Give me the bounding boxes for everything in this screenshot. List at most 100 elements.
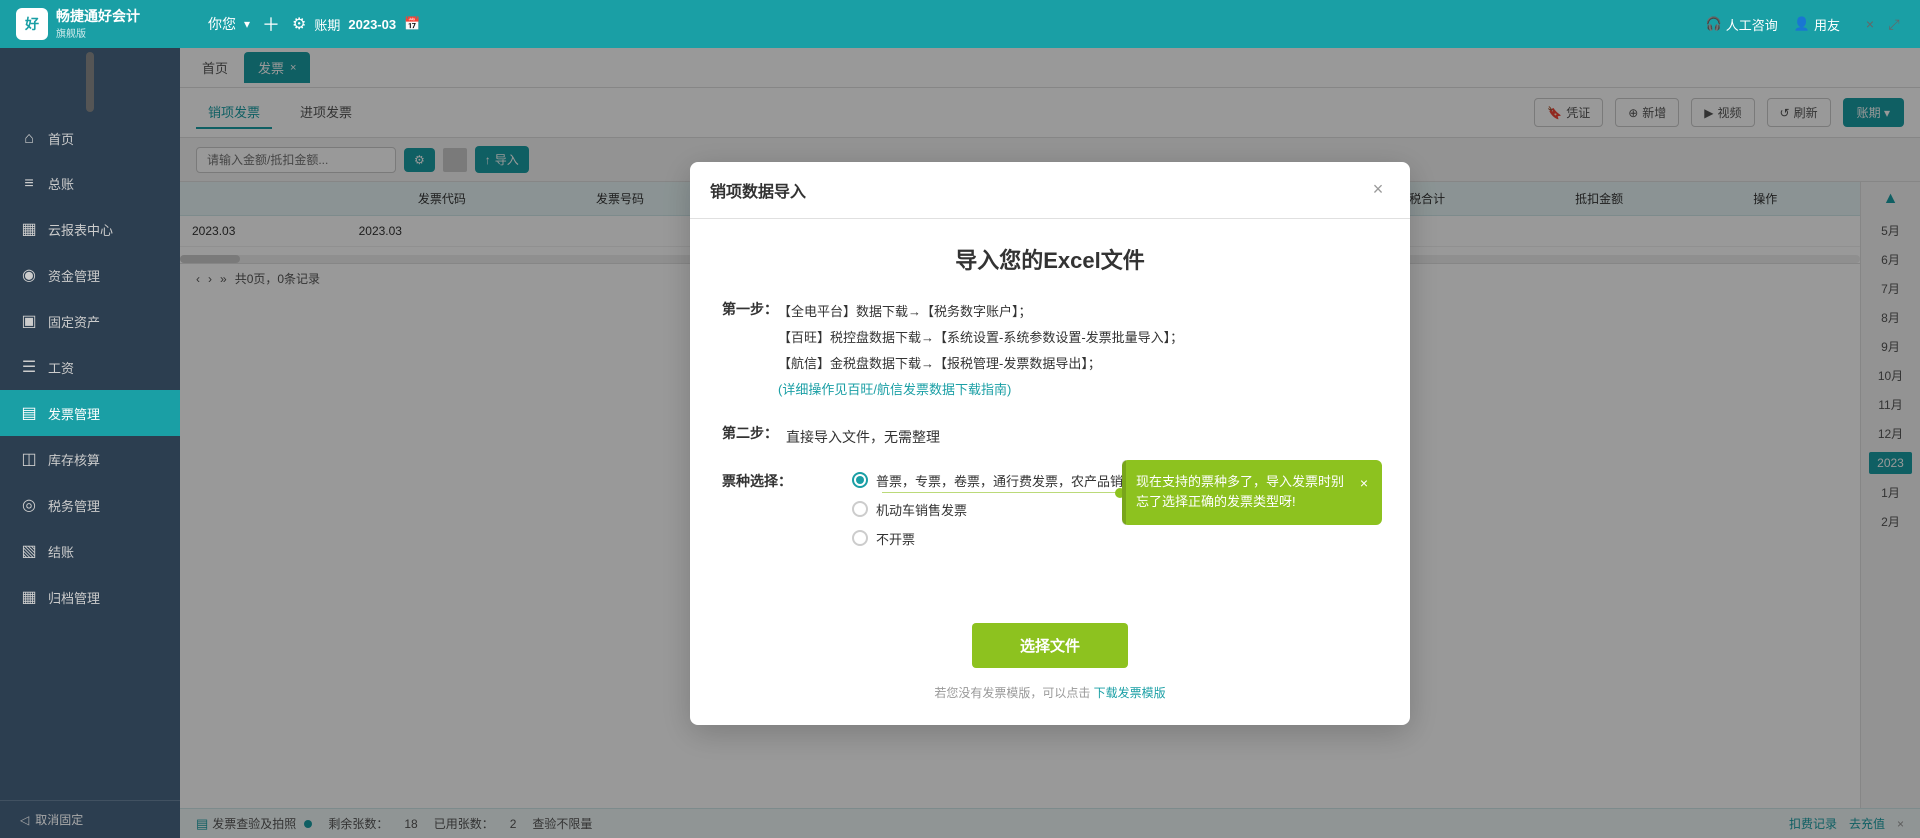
select-file-button[interactable]: 选择文件 (972, 623, 1128, 668)
company-name[interactable]: 你您 (208, 14, 236, 34)
tooltip-close-button[interactable]: × (1360, 472, 1368, 494)
inventory-icon: ◫ (20, 449, 38, 469)
modal-overlay: 销项数据导入 × 导入您的Excel文件 第一步： 【全电平台】数据下载→【税务… (180, 48, 1920, 838)
step1-label: 第一步： (722, 299, 778, 395)
tax-icon: ◎ (20, 495, 38, 515)
tooltip-line (882, 492, 1122, 493)
headset-icon: 🎧 (1706, 16, 1722, 32)
sidebar-label-inventory: 库存核算 (48, 450, 100, 469)
pin-icon: ◁ (20, 813, 29, 827)
user-label: 用友 (1814, 15, 1840, 34)
sidebar-item-settlement[interactable]: ▧ 结账 (0, 528, 180, 574)
window-maximize-button[interactable]: ⤢ (1884, 14, 1904, 34)
logo-text-block: 畅捷通好会计 旗舰版 (56, 8, 140, 40)
sidebar-item-archive[interactable]: ▦ 归档管理 (0, 574, 180, 620)
user-icon: 👤 (1794, 16, 1810, 32)
sidebar-label-report: 云报表中心 (48, 220, 113, 239)
top-right-area: 🎧 人工咨询 👤 用友 (1706, 15, 1840, 34)
tooltip-box: × 现在支持的票种多了，导入发票时别忘了选择正确的发票类型呀! (1122, 460, 1382, 526)
radio-motor[interactable]: 机动车销售发票 (852, 500, 1162, 519)
sidebar-label-fund: 资金管理 (48, 266, 100, 285)
archive-icon: ▦ (20, 587, 38, 607)
radio-motor-label: 机动车销售发票 (876, 500, 967, 519)
ticket-select-label: 票种选择： (722, 471, 792, 491)
ledger-icon: ≡ (20, 175, 38, 193)
sidebar-label-tax: 税务管理 (48, 496, 100, 515)
sidebar-item-tax[interactable]: ◎ 税务管理 (0, 482, 180, 528)
sidebar-label-settlement: 结账 (48, 542, 74, 561)
step1-row: 第一步： 【全电平台】数据下载→【税务数字账户】； 【百旺】税控盘数据下载→【系… (722, 299, 1378, 403)
sidebar-label-invoice: 发票管理 (48, 404, 100, 423)
modal-title: 销项数据导入 (710, 178, 806, 202)
step2-label: 第二步： (722, 423, 778, 443)
company-dropdown-icon[interactable]: ▾ (244, 17, 250, 31)
sidebar-label-archive: 归档管理 (48, 588, 100, 607)
step1-line2: 【百旺】税控盘数据下载→【系统设置-系统参数设置-发票批量导入】； (778, 325, 1183, 351)
payroll-icon: ☰ (20, 357, 38, 377)
sidebar-item-fund[interactable]: ◉ 资金管理 (0, 252, 180, 298)
sidebar-item-invoice[interactable]: ▤ 发票管理 (0, 390, 180, 436)
download-template-link[interactable]: 下载发票模版 (1094, 686, 1166, 700)
step2-block: 第二步： 直接导入文件，无需整理 (722, 423, 1378, 451)
step2-row: 第二步： 直接导入文件，无需整理 (722, 423, 1378, 451)
sidebar-item-report[interactable]: ▦ 云报表中心 (0, 206, 180, 252)
sidebar-item-home[interactable]: ⌂ 首页 (0, 116, 180, 161)
step1-line3: 【航信】金税盘数据下载→【报税管理-发票数据导出】； (778, 351, 1183, 377)
period-label: 账期 (314, 15, 340, 34)
app-logo: 好 畅捷通好会计 旗舰版 (16, 8, 196, 40)
sidebar-scroll: ⌂ 首页 ≡ 总账 ▦ 云报表中心 ◉ 资金管理 ▣ 固定资产 ☰ 工资 (0, 116, 180, 800)
step2-text: 直接导入文件，无需整理 (786, 427, 940, 447)
period-value[interactable]: 2023-03 (348, 17, 396, 32)
top-bar-main: 你您 ▾ ＋ ⚙ 账期 2023-03 📅 🎧 人工咨询 👤 用友 (208, 11, 1840, 37)
radio-general[interactable]: 普票，专票，卷票，通行费发票，农产品销售发票 (852, 471, 1162, 490)
modal-header: 销项数据导入 × (690, 162, 1410, 219)
window-controls: × ⤢ (1860, 14, 1904, 34)
modal-footer: 选择文件 若您没有发票模版，可以点击 下载发票模版 (690, 615, 1410, 725)
radio-general-circle (852, 472, 868, 488)
report-icon: ▦ (20, 219, 38, 239)
consult-button[interactable]: 🎧 人工咨询 (1706, 15, 1778, 34)
sidebar: ⌂ 首页 ≡ 总账 ▦ 云报表中心 ◉ 资金管理 ▣ 固定资产 ☰ 工资 (0, 48, 180, 838)
calendar-icon[interactable]: 📅 (404, 16, 420, 32)
sidebar-item-payroll[interactable]: ☰ 工资 (0, 344, 180, 390)
modal-footer-note: 若您没有发票模版，可以点击 下载发票模版 (722, 684, 1378, 701)
top-bar: 好 畅捷通好会计 旗舰版 你您 ▾ ＋ ⚙ 账期 2023-03 📅 🎧 人工咨… (0, 0, 1920, 48)
add-button[interactable]: ＋ (262, 11, 280, 37)
radio-general-dot (856, 476, 864, 484)
sidebar-scrollbar-top (86, 52, 94, 112)
window-close-button[interactable]: × (1860, 14, 1880, 34)
ticket-select-block: 票种选择： 普票，专票，卷票，通行费发票，农产品销售发票 机动车销售 (722, 471, 1378, 563)
radio-none[interactable]: 不开票 (852, 529, 1162, 548)
sidebar-label-home: 首页 (48, 129, 74, 148)
modal-main-title: 导入您的Excel文件 (722, 243, 1378, 275)
tooltip-text: 现在支持的票种多了，导入发票时别忘了选择正确的发票类型呀! (1136, 474, 1344, 510)
asset-icon: ▣ (20, 311, 38, 331)
sidebar-label-payroll: 工资 (48, 358, 74, 377)
invoice-icon: ▤ (20, 403, 38, 423)
logo-icon: 好 (16, 8, 48, 40)
settings-icon[interactable]: ⚙ (292, 14, 306, 34)
app-edition: 旗舰版 (56, 25, 140, 40)
radio-group: 普票，专票，卷票，通行费发票，农产品销售发票 机动车销售发票 不开票 (852, 471, 1162, 548)
sidebar-label-ledger: 总账 (48, 174, 74, 193)
app-name: 畅捷通好会计 (56, 8, 140, 25)
sidebar-item-ledger[interactable]: ≡ 总账 (0, 161, 180, 206)
sidebar-item-asset[interactable]: ▣ 固定资产 (0, 298, 180, 344)
home-icon: ⌂ (20, 130, 38, 148)
user-button[interactable]: 👤 用友 (1794, 15, 1840, 34)
step1-guide-link: (详细操作见百旺/航信发票数据下载指南) (778, 377, 1183, 403)
radio-none-circle (852, 530, 868, 546)
import-modal: 销项数据导入 × 导入您的Excel文件 第一步： 【全电平台】数据下载→【税务… (690, 162, 1410, 725)
step1-block: 第一步： 【全电平台】数据下载→【税务数字账户】； 【百旺】税控盘数据下载→【系… (722, 299, 1378, 403)
radio-motor-circle (852, 501, 868, 517)
modal-close-button[interactable]: × (1366, 178, 1390, 202)
fund-icon: ◉ (20, 265, 38, 285)
modal-body: 导入您的Excel文件 第一步： 【全电平台】数据下载→【税务数字账户】； 【百… (690, 219, 1410, 615)
sidebar-item-inventory[interactable]: ◫ 库存核算 (0, 436, 180, 482)
sidebar-cancel-pin[interactable]: ◁ 取消固定 (0, 800, 180, 838)
guide-link[interactable]: (详细操作见百旺/航信发票数据下载指南) (778, 382, 1011, 397)
tooltip-bar (1122, 460, 1126, 526)
settlement-icon: ▧ (20, 541, 38, 561)
consult-label: 人工咨询 (1726, 15, 1778, 34)
radio-general-label: 普票，专票，卷票，通行费发票，农产品销售发票 (876, 471, 1162, 490)
